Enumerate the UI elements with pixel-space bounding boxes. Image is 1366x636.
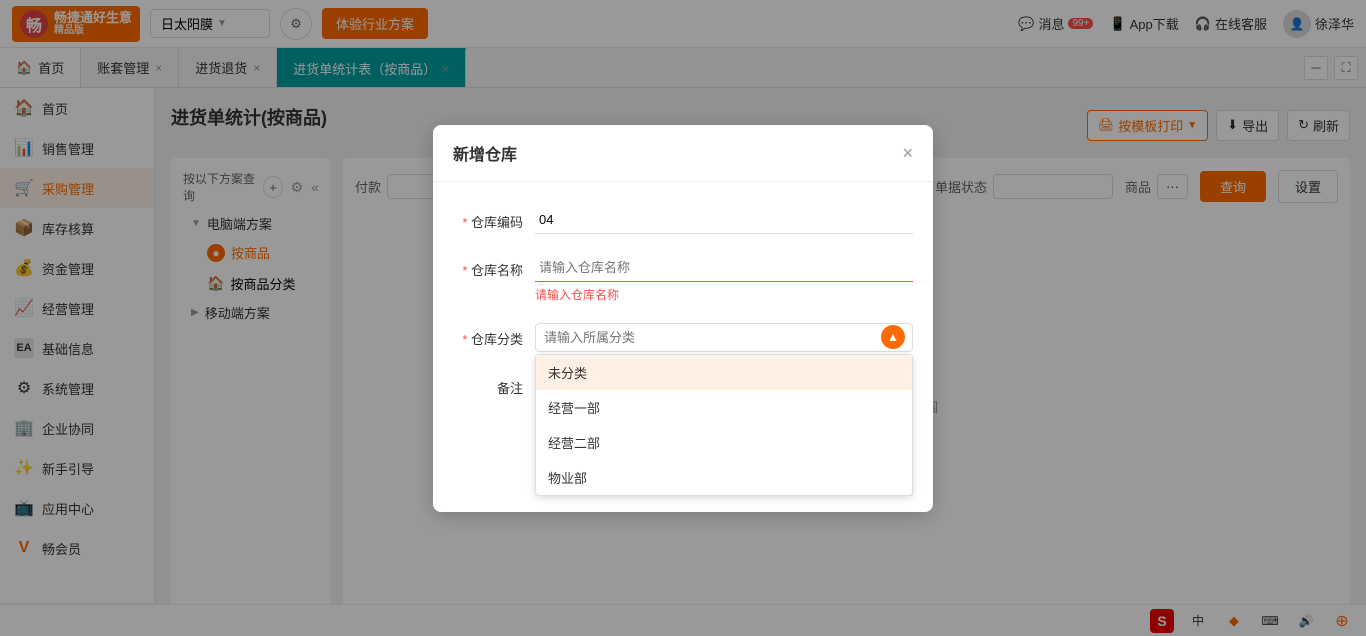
note-label: 备注 <box>453 372 523 397</box>
name-error-msg: 请输入仓库名称 <box>535 286 913 303</box>
modal-title: 新增仓库 <box>453 141 517 165</box>
category-label: 仓库分类 <box>453 323 523 348</box>
code-row: 仓库编码 <box>453 206 913 234</box>
name-control: 请输入仓库名称 <box>535 254 913 303</box>
code-label: 仓库编码 <box>453 206 523 231</box>
category-row: 仓库分类 ▲ 未分类 经营一部 经 <box>453 323 913 352</box>
code-input[interactable] <box>535 206 913 234</box>
modal-overlay: 新增仓库 × 仓库编码 仓库名称 请输入仓库名称 仓库分类 <box>0 0 1366 636</box>
name-row: 仓库名称 请输入仓库名称 <box>453 254 913 303</box>
category-toggle-button[interactable]: ▲ <box>881 325 905 349</box>
modal-header: 新增仓库 × <box>433 125 933 182</box>
dropdown-item-dept1[interactable]: 经营一部 <box>536 390 912 425</box>
dropdown-item-dept2[interactable]: 经营二部 <box>536 425 912 460</box>
name-input[interactable] <box>535 254 913 282</box>
dropdown-item-property[interactable]: 物业部 <box>536 460 912 495</box>
modal-body: 仓库编码 仓库名称 请输入仓库名称 仓库分类 ▲ <box>433 182 933 451</box>
new-warehouse-modal: 新增仓库 × 仓库编码 仓库名称 请输入仓库名称 仓库分类 <box>433 125 933 512</box>
name-label: 仓库名称 <box>453 254 523 279</box>
category-input[interactable] <box>535 323 913 352</box>
chevron-up-icon: ▲ <box>887 330 899 344</box>
category-dropdown: 未分类 经营一部 经营二部 物业部 <box>535 354 913 496</box>
modal-close-button[interactable]: × <box>902 144 913 162</box>
category-control: ▲ 未分类 经营一部 经营二部 物业部 <box>535 323 913 352</box>
code-control <box>535 206 913 234</box>
dropdown-item-uncategorized[interactable]: 未分类 <box>536 355 912 390</box>
